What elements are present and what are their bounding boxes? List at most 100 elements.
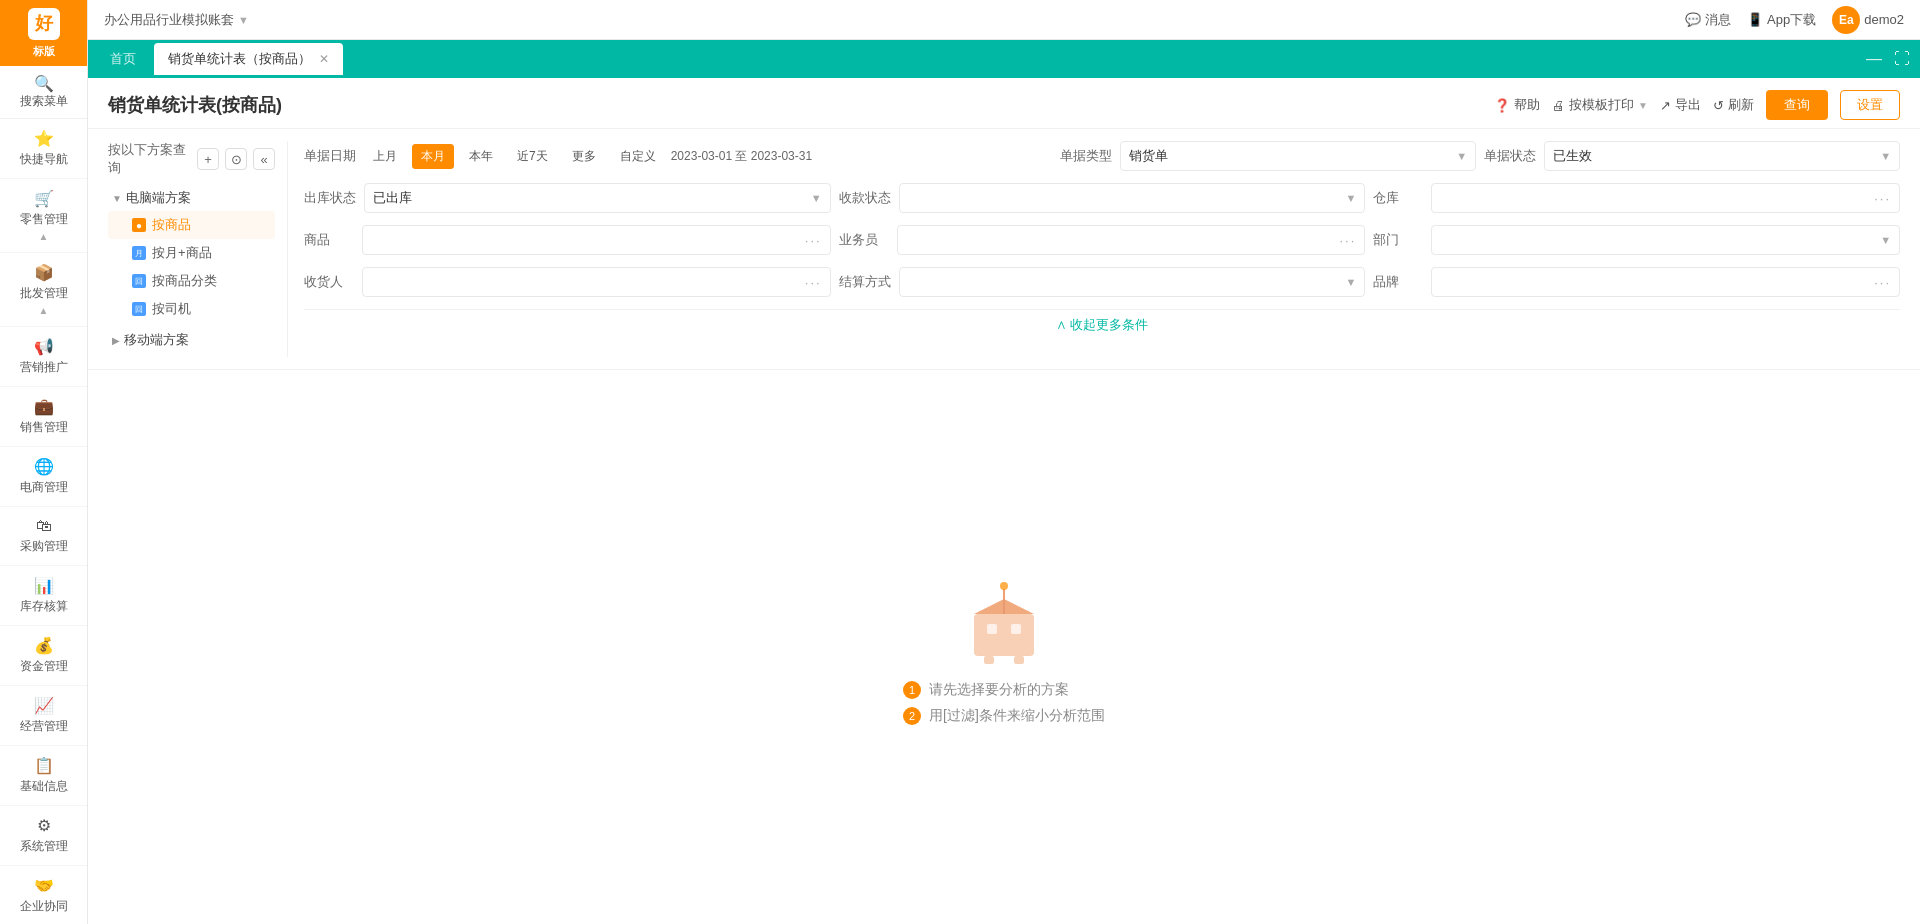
nav-item-label-by-cashier: 按司机	[152, 300, 191, 318]
warehouse-control[interactable]: ···	[1431, 183, 1900, 213]
app-logo[interactable]: 好 标版	[0, 0, 87, 66]
filter-field-department: 部门 ▼	[1373, 225, 1900, 255]
filter-add-icon[interactable]: +	[197, 148, 219, 170]
sidebar-icon-system: ⚙	[37, 816, 51, 835]
chevron-down-icon: ▼	[238, 14, 249, 26]
product-control[interactable]: ···	[362, 225, 831, 255]
date-btn-custom[interactable]: 自定义	[611, 144, 665, 169]
tab-minimize-icon[interactable]: —	[1864, 48, 1884, 70]
sidebar-label-base-info: 基础信息	[20, 778, 68, 795]
template-print-btn[interactable]: 🖨 按模板打印 ▼	[1552, 96, 1648, 114]
sidebar-icon-sales-mgmt: 💼	[34, 397, 54, 416]
sidebar-item-retail-mgmt[interactable]: 🛒 零售管理 ▲	[0, 179, 87, 253]
tab-home[interactable]: 首页	[96, 43, 150, 75]
username-label: demo2	[1864, 12, 1904, 27]
nav-item-by-month-product[interactable]: 月 按月+商品	[108, 239, 275, 267]
sidebar-item-marketing[interactable]: 📢 营销推广	[0, 327, 87, 387]
sidebar-item-operations[interactable]: 📈 经营管理	[0, 686, 87, 746]
sidebar-item-sales-mgmt[interactable]: 💼 销售管理	[0, 387, 87, 447]
nav-item-by-product[interactable]: ● 按商品	[108, 211, 275, 239]
page-content: 销货单统计表(按商品) ❓ 帮助 🖨 按模板打印 ▼ ↗ 导出 ↺ 刷新	[88, 78, 1920, 924]
consignee-control[interactable]: ···	[362, 267, 831, 297]
brand-control[interactable]: ···	[1431, 267, 1900, 297]
message-btn[interactable]: 💬 消息	[1685, 11, 1731, 29]
date-btn-this-month[interactable]: 本月	[412, 144, 454, 169]
sidebar-item-search-menu[interactable]: 🔍 搜索菜单	[0, 66, 87, 119]
page-title: 销货单统计表(按商品)	[108, 93, 282, 117]
date-btn-last-month[interactable]: 上月	[364, 144, 406, 169]
sidebar-item-wholesale-mgmt[interactable]: 📦 批发管理 ▲	[0, 253, 87, 327]
doc-status-control[interactable]: 已生效 ▼	[1544, 141, 1900, 171]
sidebar-item-quick-nav[interactable]: ⭐ 快捷导航	[0, 119, 87, 179]
svg-rect-3	[987, 624, 997, 634]
filter-field-warehouse: 仓库 ···	[1373, 183, 1900, 213]
print-chevron-icon: ▼	[1638, 100, 1648, 111]
warehouse-dots-icon: ···	[1874, 191, 1891, 206]
svg-rect-8	[1014, 656, 1024, 664]
group-arrow-icon: ▼	[112, 193, 122, 204]
date-range: 2023-03-01 至 2023-03-31	[671, 148, 812, 165]
tip-num-2: 2	[903, 707, 921, 725]
help-btn[interactable]: ❓ 帮助	[1494, 96, 1540, 114]
date-btn-this-year[interactable]: 本年	[460, 144, 502, 169]
consignee-dots-icon: ···	[805, 275, 822, 290]
template-print-label: 按模板打印	[1569, 96, 1634, 114]
filter-field-doc-status: 单据状态 已生效 ▼	[1484, 141, 1900, 171]
sidebar-item-finance[interactable]: 💰 资金管理	[0, 626, 87, 686]
refresh-btn[interactable]: ↺ 刷新	[1713, 96, 1754, 114]
payment-status-control[interactable]: ▼	[899, 183, 1366, 213]
warehouse-status-arrow-icon: ▼	[811, 192, 822, 204]
filter-row-4: 收货人 ··· 结算方式 ▼ 品牌	[304, 267, 1900, 297]
sidebar-label-operations: 经营管理	[20, 718, 68, 735]
department-control[interactable]: ▼	[1431, 225, 1900, 255]
tab-home-label: 首页	[110, 50, 136, 68]
tab-sales-stat[interactable]: 销货单统计表（按商品） ✕	[154, 43, 343, 75]
tab-close-icon[interactable]: ✕	[319, 52, 329, 66]
settlement-label: 结算方式	[839, 273, 891, 291]
filter-field-consignee: 收货人 ···	[304, 267, 831, 297]
warehouse-status-control[interactable]: 已出库 ▼	[364, 183, 831, 213]
export-btn[interactable]: ↗ 导出	[1660, 96, 1701, 114]
sidebar-item-ecommerce[interactable]: 🌐 电商管理	[0, 447, 87, 507]
sidebar-item-enterprise[interactable]: 🤝 企业协同	[0, 866, 87, 924]
sidebar-item-system[interactable]: ⚙ 系统管理	[0, 806, 87, 866]
tab-sales-stat-label: 销货单统计表（按商品）	[168, 50, 311, 68]
nav-item-by-category[interactable]: 回 按商品分类	[108, 267, 275, 295]
sidebar-icon-operations: 📈	[34, 696, 54, 715]
settlement-control[interactable]: ▼	[899, 267, 1366, 297]
nav-item-icon-by-product: ●	[132, 218, 146, 232]
tip-text-2: 用[过滤]条件来缩小分析范围	[929, 707, 1105, 725]
industry-selector[interactable]: 办公用品行业模拟账套 ▼	[104, 11, 249, 29]
app-download-btn[interactable]: 📱 App下载	[1747, 11, 1816, 29]
sidebar-label-inventory: 库存核算	[20, 598, 68, 615]
doc-type-control[interactable]: 销货单 ▼	[1120, 141, 1476, 171]
doc-type-value: 销货单	[1129, 147, 1168, 165]
query-btn[interactable]: 查询	[1766, 90, 1828, 120]
sidebar-label-marketing: 营销推广	[20, 359, 68, 376]
date-btn-last-7-days[interactable]: 近7天	[508, 144, 557, 169]
sidebar-item-inventory[interactable]: 📊 库存核算	[0, 566, 87, 626]
sidebar-item-base-info[interactable]: 📋 基础信息	[0, 746, 87, 806]
settings-btn[interactable]: 设置	[1840, 90, 1900, 120]
sidebar-item-purchase[interactable]: 🛍 采购管理	[0, 507, 87, 566]
filter-field-settlement: 结算方式 ▼	[839, 267, 1366, 297]
nav-group-mobile-header[interactable]: ▶ 移动端方案	[108, 327, 275, 353]
settlement-arrow-icon: ▼	[1345, 276, 1356, 288]
warehouse-status-label: 出库状态	[304, 189, 356, 207]
filter-nav-title: 按以下方案查询 + ⊙ «	[108, 141, 275, 177]
filter-field-salesperson: 业务员 ···	[839, 225, 1366, 255]
filter-collapse-icon[interactable]: «	[253, 148, 275, 170]
sidebar-label-purchase: 采购管理	[20, 538, 68, 555]
tab-maximize-icon[interactable]: ⛶	[1892, 48, 1912, 70]
nav-group-desktop-header[interactable]: ▼ 电脑端方案	[108, 185, 275, 211]
nav-item-by-cashier[interactable]: 回 按司机	[108, 295, 275, 323]
filter-settings-icon[interactable]: ⊙	[225, 148, 247, 170]
sidebar-label-sales-mgmt: 销售管理	[20, 419, 68, 436]
user-menu[interactable]: Ea demo2	[1832, 6, 1904, 34]
salesperson-control[interactable]: ···	[897, 225, 1366, 255]
collapse-row[interactable]: ∧ 收起更多条件	[304, 309, 1900, 340]
product-dots-icon: ···	[805, 233, 822, 248]
date-btn-more[interactable]: 更多	[563, 144, 605, 169]
app-subtitle: 标版	[6, 44, 81, 58]
filter-row-3: 商品 ··· 业务员 ··· 部门	[304, 225, 1900, 255]
